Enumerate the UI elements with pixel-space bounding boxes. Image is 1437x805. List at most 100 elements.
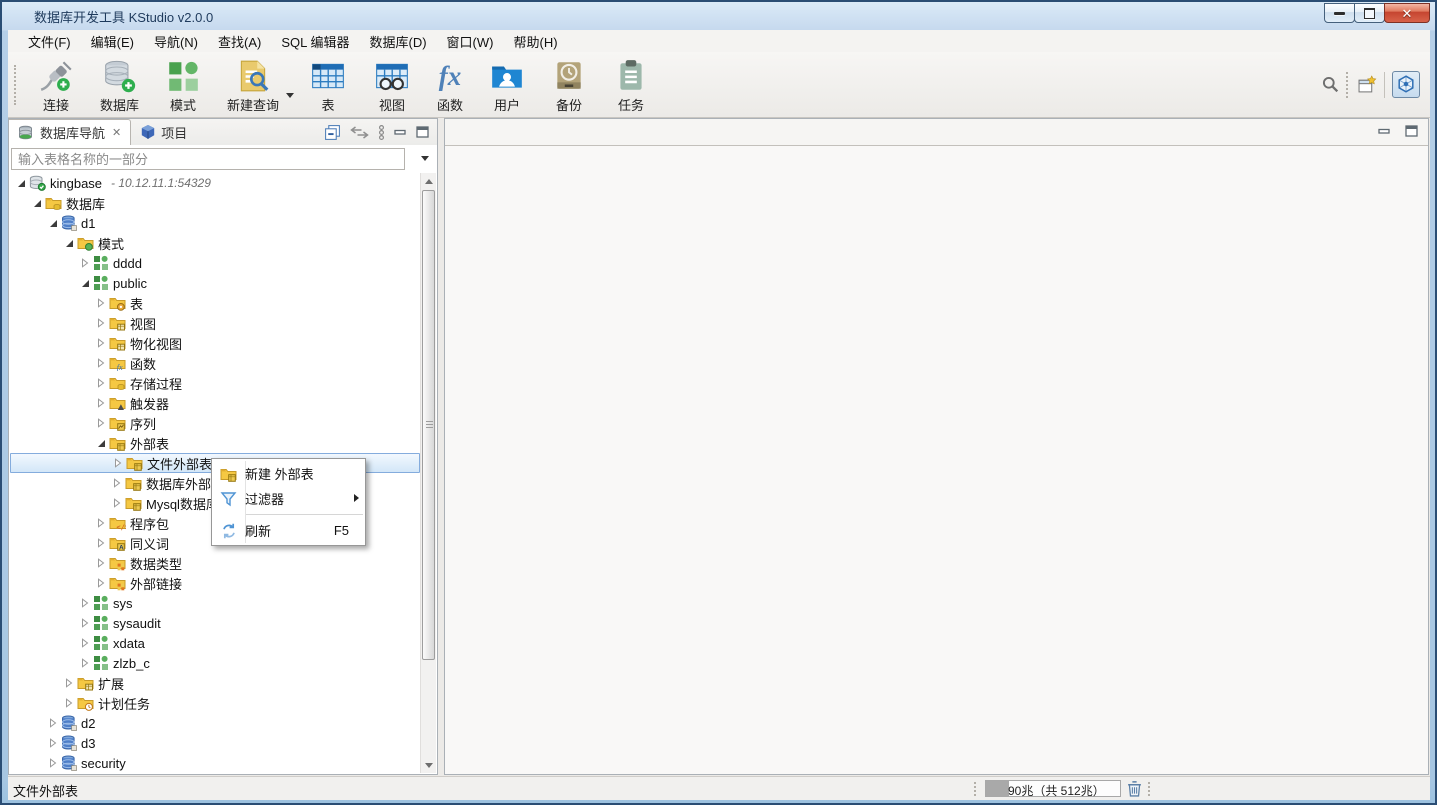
toolbar-table-button[interactable]: 表 [296,57,360,115]
tree-row-d1[interactable]: d1 [10,213,420,233]
toolbar-backup-button[interactable]: 备份 [538,57,600,115]
tab-database-nav[interactable]: 数据库导航 ✕ [9,119,132,146]
toolbar-user-button[interactable]: 用户 [476,57,538,115]
tree-expand-arrow-icon[interactable] [96,398,106,408]
toolbar-function-button[interactable]: fx 函数 [424,57,476,115]
tree-row-函数[interactable]: fx 函数 [10,353,420,373]
tree-row-计划任务[interactable]: 计划任务 [10,693,420,713]
context-menu-item-refresh[interactable]: 刷新 F5 [212,518,365,543]
open-perspective-icon[interactable] [1358,75,1377,94]
tree-scrollbar[interactable] [420,173,436,773]
close-button[interactable]: ✕ [1384,3,1430,23]
tree-collapse-arrow-icon[interactable] [48,219,58,228]
tree-row-dddd[interactable]: dddd [10,253,420,273]
menu-item[interactable]: 数据库(D) [360,30,437,53]
tree-expand-arrow-icon[interactable] [96,338,106,348]
tree-expand-arrow-icon[interactable] [96,578,106,588]
tree-row-表[interactable]: 表 [10,293,420,313]
tree-expand-arrow-icon[interactable] [96,558,106,568]
tree-row-扩展[interactable]: 扩展 [10,673,420,693]
trash-icon[interactable] [1127,780,1142,797]
view-menu-icon[interactable] [378,124,385,140]
tree-expand-arrow-icon[interactable] [96,318,106,328]
toolbar-schema-new-button[interactable]: 模式 [152,57,214,115]
tree-row-sysaudit[interactable]: sysaudit [10,613,420,633]
tree-row-kingbase[interactable]: kingbase - 10.12.11.1:54329 [10,173,420,193]
tree-row-序列[interactable]: 序列 [10,413,420,433]
tree-row-物化视图[interactable]: 物化视图 [10,333,420,353]
tree-expand-arrow-icon[interactable] [96,518,106,528]
tree-expand-arrow-icon[interactable] [96,298,106,308]
tree-expand-arrow-icon[interactable] [48,718,58,728]
status-drag-handle[interactable] [974,781,979,796]
scroll-up-button[interactable] [421,173,436,189]
tree-row-数据类型[interactable]: 数据类型 [10,553,420,573]
menu-item[interactable]: 文件(F) [18,30,81,53]
tree-row-触发器[interactable]: 触发器 [10,393,420,413]
collapse-all-icon[interactable] [324,124,341,141]
kstudio-perspective-button[interactable] [1392,71,1420,98]
tree-expand-arrow-icon[interactable] [80,258,90,268]
tree-expand-arrow-icon[interactable] [96,538,106,548]
tree-expand-arrow-icon[interactable] [96,378,106,388]
tree-collapse-arrow-icon[interactable] [32,199,42,208]
menu-item[interactable]: 查找(A) [208,30,271,53]
tree-expand-arrow-icon[interactable] [112,498,122,508]
new-query-dropdown-caret-icon[interactable] [286,86,295,101]
menu-item[interactable]: 导航(N) [144,30,208,53]
tree-collapse-arrow-icon[interactable] [80,279,90,288]
tree-row-视图[interactable]: 视图 [10,313,420,333]
tree-expand-arrow-icon[interactable] [80,638,90,648]
menu-item[interactable]: 帮助(H) [503,30,567,53]
context-menu-item-folder-new[interactable]: 新建 外部表 [212,461,365,486]
tree-expand-arrow-icon[interactable] [113,458,123,468]
minimize-view-icon[interactable] [1378,125,1391,137]
toolbar-drag-handle[interactable] [1346,71,1351,98]
toolbar-database-new-button[interactable]: 数据库 [87,57,152,115]
tree-expand-arrow-icon[interactable] [80,658,90,668]
restore-button[interactable] [1354,3,1385,23]
tree-expand-arrow-icon[interactable] [112,478,122,488]
tree-row-数据库[interactable]: 数据库 [10,193,420,213]
maximize-view-icon[interactable] [416,126,429,138]
scroll-down-button[interactable] [421,757,436,773]
tree-row-d2[interactable]: d2 [10,713,420,733]
table-filter-input[interactable] [11,148,405,170]
minimize-view-icon[interactable] [394,127,407,138]
toolbar-task-button[interactable]: 任务 [600,57,662,115]
context-menu-item-filter-funnel[interactable]: 过滤器 [212,486,365,511]
tree-row-sys[interactable]: sys [10,593,420,613]
tree-row-security[interactable]: security [10,753,420,773]
tree-collapse-arrow-icon[interactable] [96,439,106,448]
tab-close-icon[interactable]: ✕ [112,126,121,139]
tree-expand-arrow-icon[interactable] [80,598,90,608]
tree-row-zlzb_c[interactable]: zlzb_c [10,653,420,673]
tree-expand-arrow-icon[interactable] [64,678,74,688]
toolbar-drag-handle[interactable] [14,64,19,105]
menu-item[interactable]: 编辑(E) [81,30,144,53]
tree-collapse-arrow-icon[interactable] [16,179,26,188]
status-drag-handle[interactable] [1148,781,1153,796]
menu-item[interactable]: SQL 编辑器 [271,30,359,53]
tree-expand-arrow-icon[interactable] [48,758,58,768]
tree-row-存储过程[interactable]: 存储过程 [10,373,420,393]
tree-expand-arrow-icon[interactable] [48,738,58,748]
toolbar-view-button[interactable]: 视图 [360,57,424,115]
tree-row-外部表[interactable]: 外部表 [10,433,420,453]
tree-expand-arrow-icon[interactable] [64,698,74,708]
tree-row-d3[interactable]: d3 [10,733,420,753]
tab-project-cube[interactable]: 项目 [131,119,196,145]
tree-row-public[interactable]: public [10,273,420,293]
menu-item[interactable]: 窗口(W) [437,30,504,53]
filter-dropdown-caret-icon[interactable] [421,156,429,161]
tree-expand-arrow-icon[interactable] [96,418,106,428]
toolbar-new-query-button[interactable]: 新建查询 [214,57,292,115]
toolbar-connection-new-button[interactable]: 连接 [25,57,87,115]
minimize-button[interactable] [1324,3,1355,23]
tree-row-外部链接[interactable]: 外部链接 [10,573,420,593]
maximize-view-icon[interactable] [1405,125,1418,137]
tree-row-xdata[interactable]: xdata [10,633,420,653]
scrollbar-thumb[interactable] [422,190,435,660]
tree-expand-arrow-icon[interactable] [80,618,90,628]
tree-collapse-arrow-icon[interactable] [64,239,74,248]
